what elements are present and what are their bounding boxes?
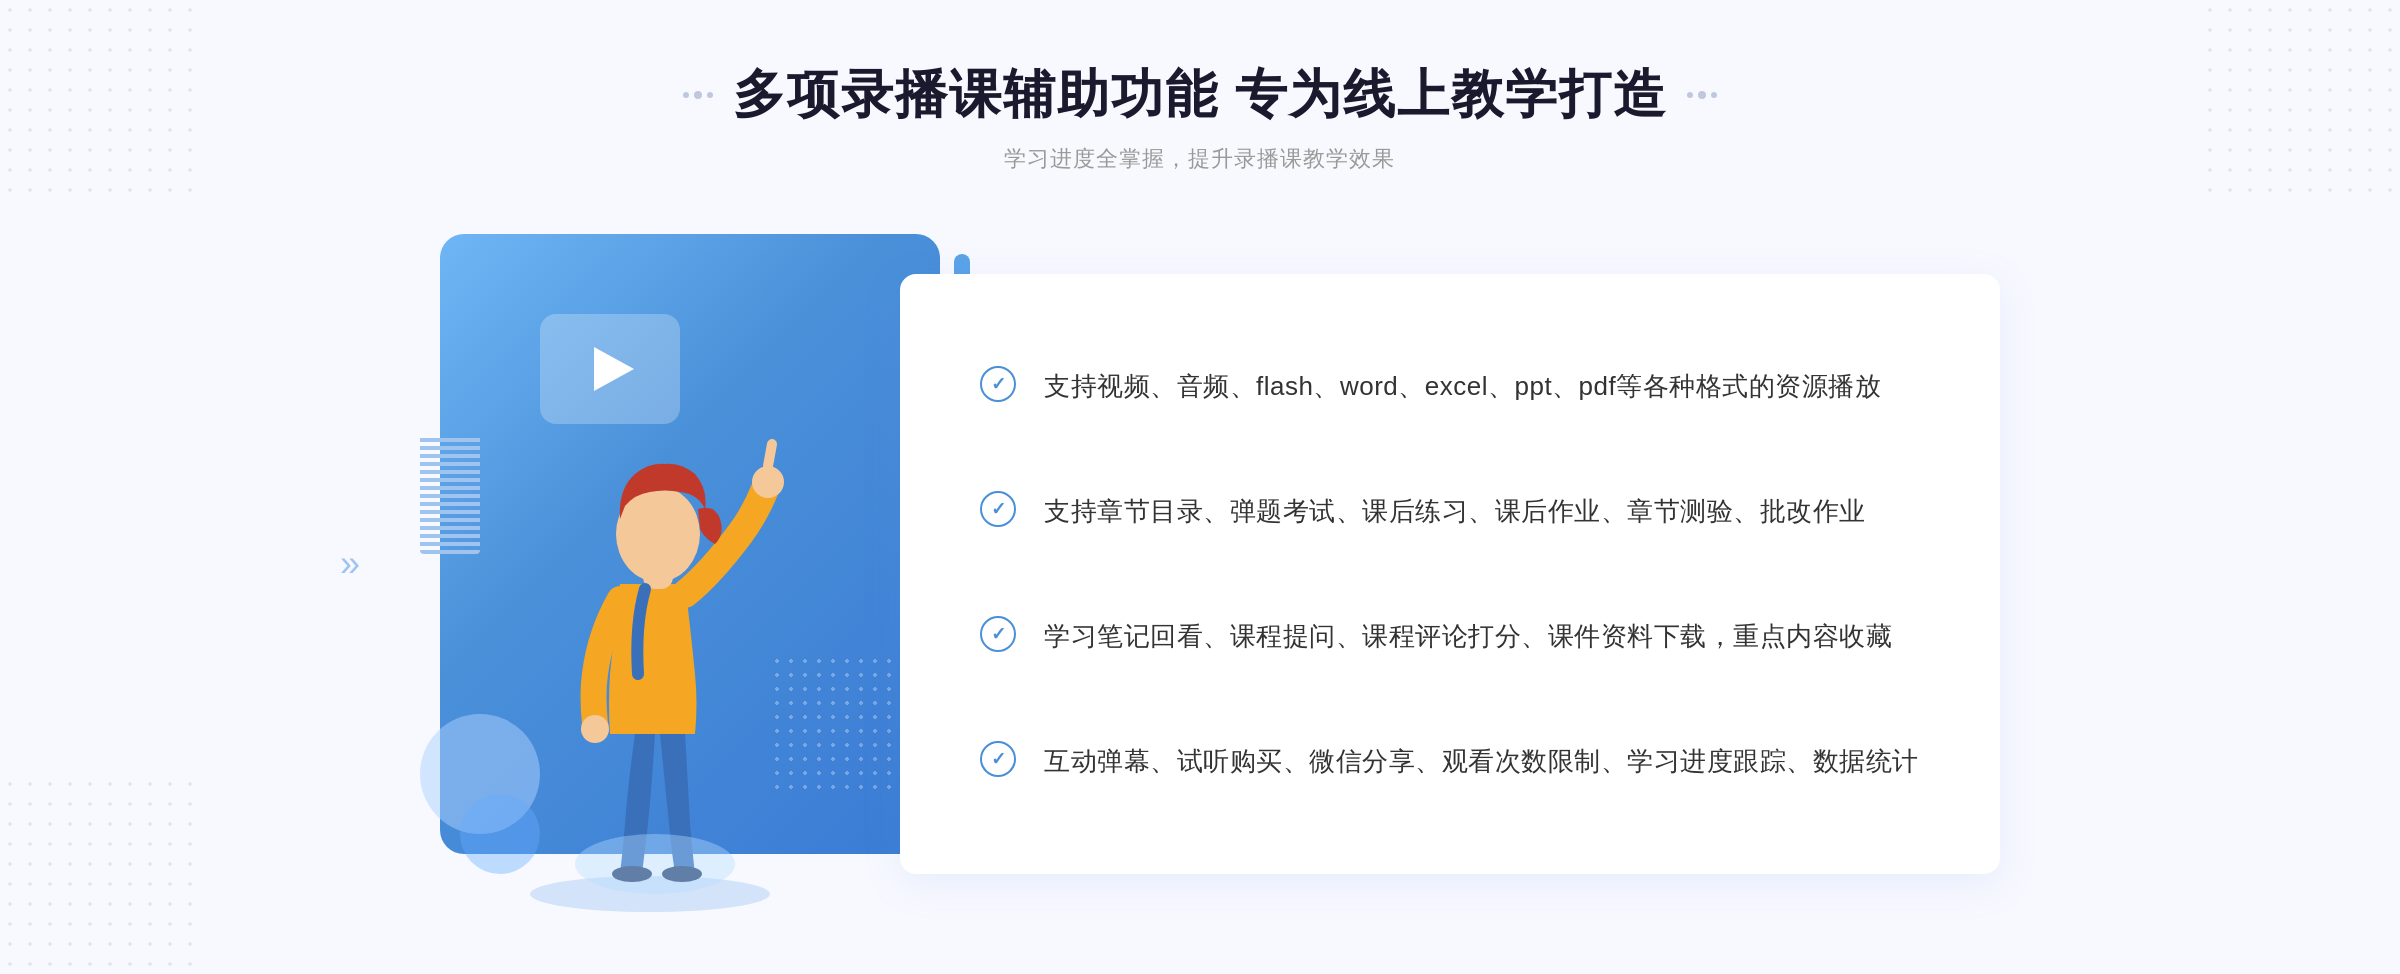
left-chevrons: » xyxy=(340,543,360,585)
page-container: 多项录播课辅助功能 专为线上教学打造 学习进度全掌握，提升录播课教学效果 » xyxy=(0,0,2400,974)
svg-point-8 xyxy=(575,834,735,894)
check-icon-3: ✓ xyxy=(980,616,1016,652)
deco-stripes xyxy=(420,434,480,554)
figure-illustration xyxy=(480,334,820,914)
feature-item-1: ✓ 支持视频、音频、flash、word、excel、ppt、pdf等各种格式的… xyxy=(980,366,1920,408)
svg-point-5 xyxy=(581,715,609,743)
header-dots-right xyxy=(1687,91,1717,99)
features-card: ✓ 支持视频、音频、flash、word、excel、ppt、pdf等各种格式的… xyxy=(900,274,2000,874)
feature-item-2: ✓ 支持章节目录、弹题考试、课后练习、课后作业、章节测验、批改作业 xyxy=(980,491,1920,533)
deco-dots-top-right xyxy=(2200,0,2400,200)
content-area: » xyxy=(400,214,2000,914)
feature-item-3: ✓ 学习笔记回看、课程提问、课程评论打分、课件资料下载，重点内容收藏 xyxy=(980,616,1920,658)
header-section: 多项录播课辅助功能 专为线上教学打造 学习进度全掌握，提升录播课教学效果 xyxy=(683,0,1717,174)
check-icon-2: ✓ xyxy=(980,491,1016,527)
illustration-area xyxy=(400,234,980,914)
page-title: 多项录播课辅助功能 专为线上教学打造 xyxy=(733,60,1667,130)
header-title-row: 多项录播课辅助功能 专为线上教学打造 xyxy=(683,60,1717,130)
feature-item-4: ✓ 互动弹幕、试听购买、微信分享、观看次数限制、学习进度跟踪、数据统计 xyxy=(980,741,1920,783)
header-dots-left xyxy=(683,91,713,99)
person-svg xyxy=(480,334,820,914)
page-subtitle: 学习进度全掌握，提升录播课教学效果 xyxy=(683,144,1717,174)
deco-dots-top-left xyxy=(0,0,200,200)
check-icon-1: ✓ xyxy=(980,366,1016,402)
feature-text-4: 互动弹幕、试听购买、微信分享、观看次数限制、学习进度跟踪、数据统计 xyxy=(1044,741,1919,783)
feature-text-2: 支持章节目录、弹题考试、课后练习、课后作业、章节测验、批改作业 xyxy=(1044,491,1866,533)
svg-line-4 xyxy=(768,444,772,466)
feature-text-1: 支持视频、音频、flash、word、excel、ppt、pdf等各种格式的资源… xyxy=(1044,366,1881,408)
feature-text-3: 学习笔记回看、课程提问、课程评论打分、课件资料下载，重点内容收藏 xyxy=(1044,616,1892,658)
check-icon-4: ✓ xyxy=(980,741,1016,777)
chevron-left-icon: » xyxy=(340,543,360,585)
deco-dots-bottom-left xyxy=(0,774,200,974)
